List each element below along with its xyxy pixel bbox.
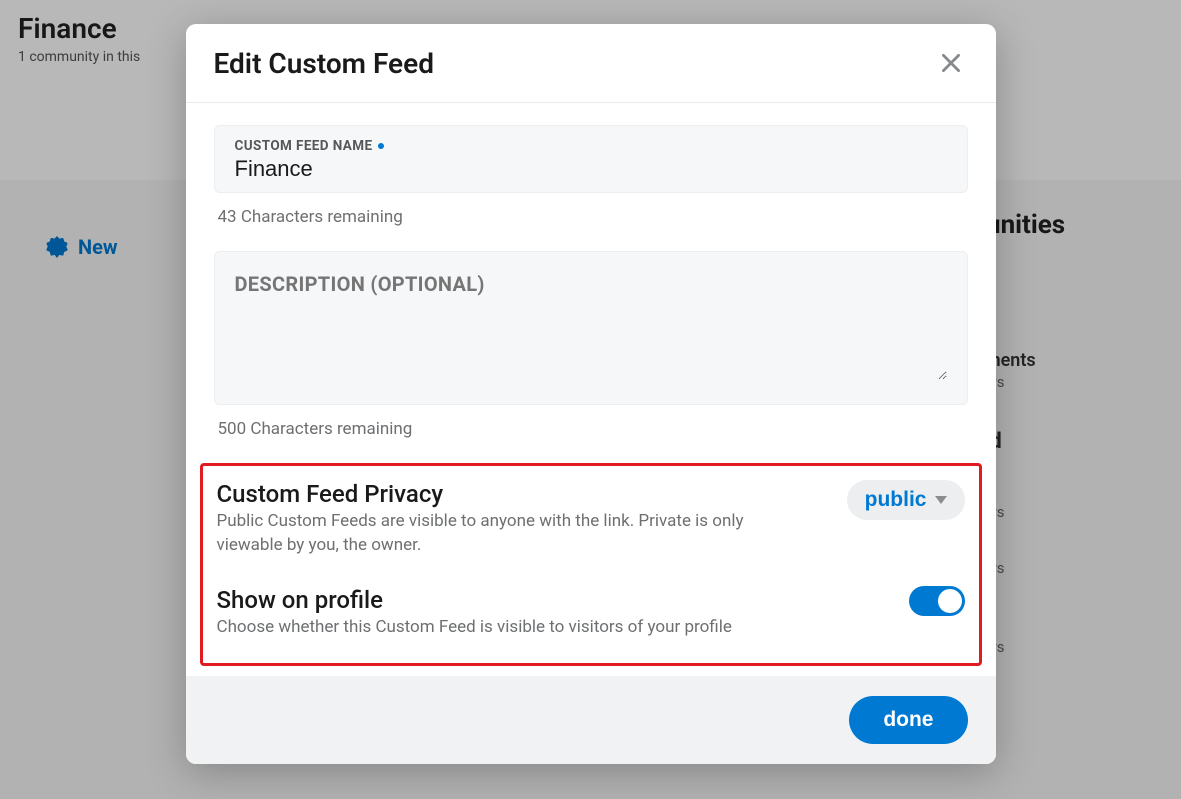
privacy-description: Public Custom Feeds are visible to anyon… [217, 510, 787, 558]
highlighted-settings-region: Custom Feed Privacy Public Custom Feeds … [200, 463, 982, 666]
privacy-selected-value: public [865, 488, 927, 512]
description-remaining-text: 500 Characters remaining [218, 419, 964, 439]
modal-title: Edit Custom Feed [214, 47, 434, 80]
show-on-profile-description: Choose whether this Custom Feed is visib… [217, 616, 787, 640]
name-remaining-text: 43 Characters remaining [218, 207, 964, 227]
edit-custom-feed-modal: Edit Custom Feed CUSTOM FEED NAME 43 Cha… [186, 24, 996, 764]
show-on-profile-title: Show on profile [217, 586, 885, 614]
custom-feed-name-field[interactable]: CUSTOM FEED NAME [214, 125, 968, 193]
privacy-dropdown[interactable]: public [847, 480, 965, 520]
required-indicator-icon [378, 143, 384, 149]
privacy-title: Custom Feed Privacy [217, 480, 823, 508]
chevron-down-icon [935, 496, 947, 504]
custom-feed-name-input[interactable] [235, 156, 947, 182]
show-on-profile-toggle[interactable] [909, 586, 965, 616]
description-field[interactable] [214, 251, 968, 405]
close-icon [938, 50, 964, 76]
close-button[interactable] [934, 46, 968, 80]
description-textarea[interactable] [235, 272, 947, 380]
name-field-label: CUSTOM FEED NAME [235, 138, 373, 154]
done-button[interactable]: done [849, 696, 967, 744]
toggle-knob-icon [938, 589, 962, 613]
